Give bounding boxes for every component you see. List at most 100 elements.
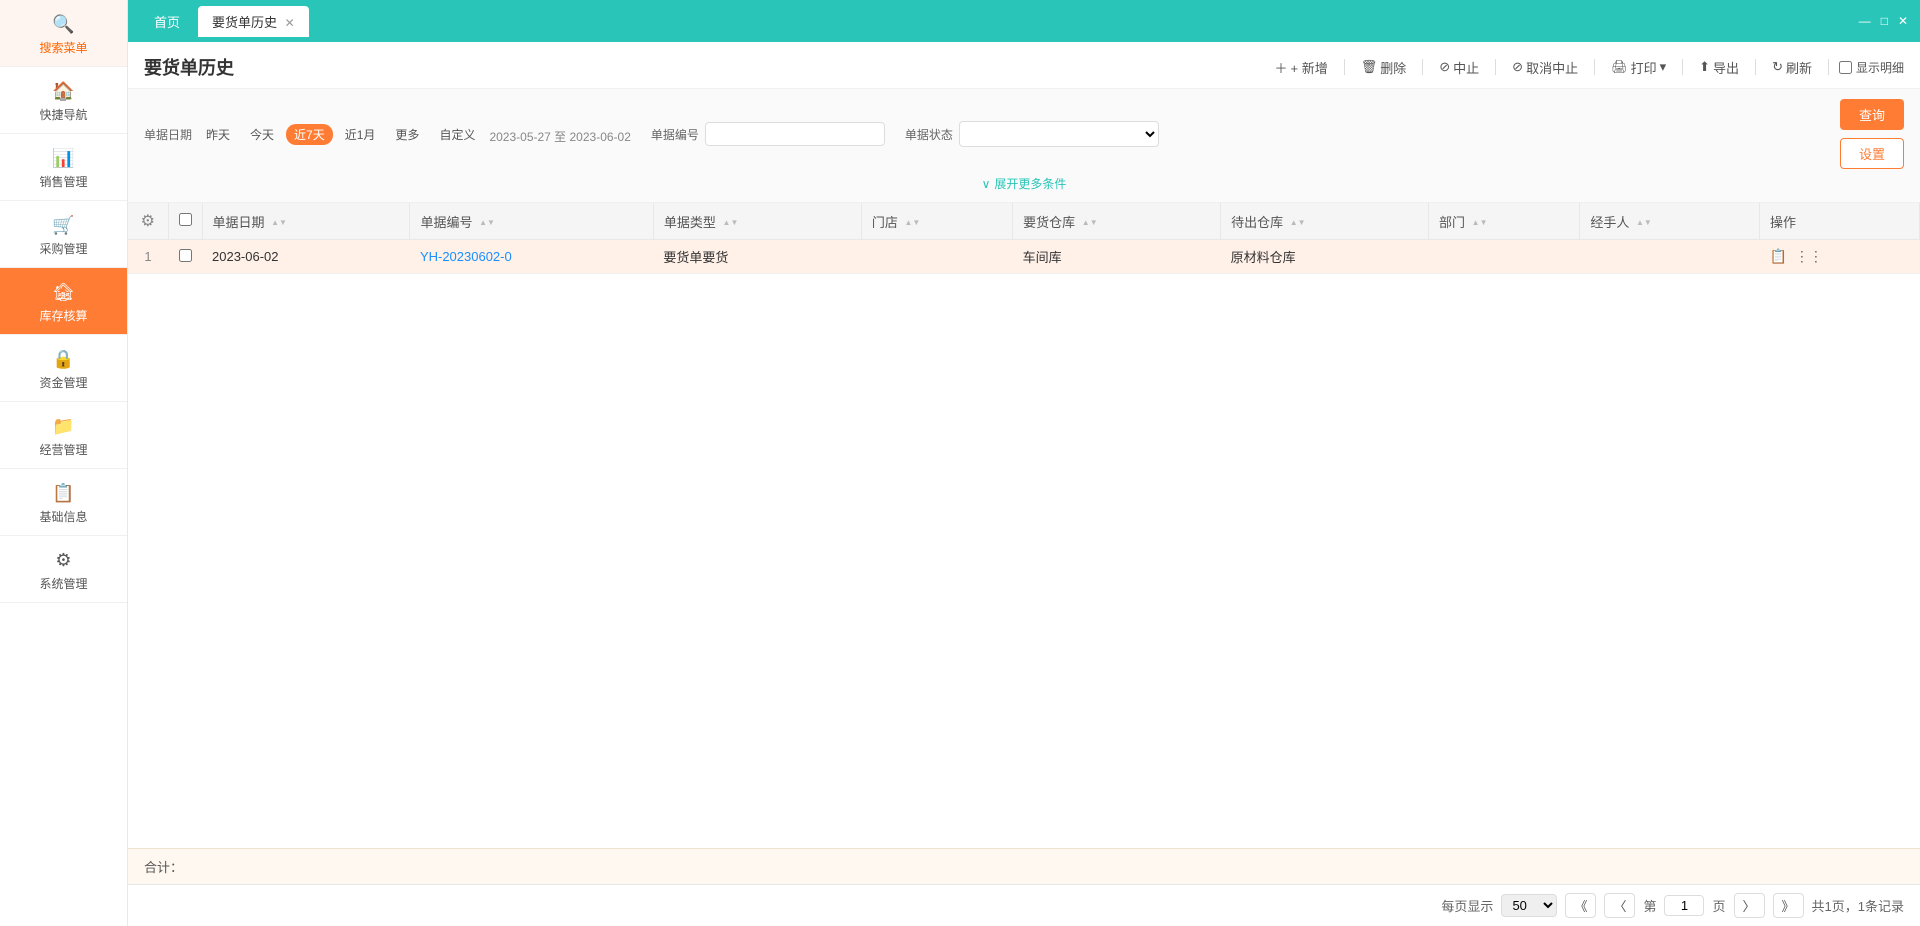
sort-icon: ▲▼ xyxy=(1636,219,1652,227)
sort-icon: ▲▼ xyxy=(479,219,495,227)
set-button[interactable]: 设置 xyxy=(1840,138,1904,169)
date-more[interactable]: 更多 xyxy=(387,124,427,145)
divider xyxy=(1682,59,1683,75)
divider xyxy=(1495,59,1496,75)
finance-icon: 🔒 xyxy=(52,349,74,370)
doc-no-link[interactable]: YH-20230602-0 xyxy=(420,249,512,264)
col-date[interactable]: 单据日期 ▲▼ xyxy=(202,203,410,240)
table-footer: 合计： xyxy=(128,848,1920,884)
col-pending-warehouse[interactable]: 待出仓库 ▲▼ xyxy=(1221,203,1429,240)
col-settings[interactable]: ⚙ xyxy=(128,203,168,240)
sidebar-item-purchase[interactable]: 🛒 采购管理 xyxy=(0,201,127,268)
display-cell-checkbox[interactable] xyxy=(1839,61,1852,74)
sidebar-item-quicknav[interactable]: 🏠 快捷导航 xyxy=(0,67,127,134)
col-handler[interactable]: 经手人 ▲▼ xyxy=(1580,203,1760,240)
window-close[interactable]: ✕ xyxy=(1898,14,1908,28)
query-button[interactable]: 查询 xyxy=(1840,99,1904,130)
prev-page-button[interactable]: 〈 xyxy=(1604,893,1635,918)
window-minimize[interactable]: — xyxy=(1859,14,1871,28)
row-store xyxy=(861,240,1012,274)
divider xyxy=(1755,59,1756,75)
delete-icon: 🗑 xyxy=(1361,59,1378,75)
sidebar-item-basicinfo[interactable]: 📋 基础信息 xyxy=(0,469,127,536)
sidebar-item-inventory[interactable]: 🏚 库存核算 xyxy=(0,268,127,335)
expand-more[interactable]: ∨ 展开更多条件 xyxy=(144,175,1904,192)
page-input[interactable] xyxy=(1664,895,1704,916)
more-icon[interactable]: ⋮⋮ xyxy=(1795,248,1823,265)
doc-no-label: 单据编号 xyxy=(651,126,699,143)
window-maximize[interactable]: □ xyxy=(1881,14,1888,28)
settings-gear-icon[interactable]: ⚙ xyxy=(141,213,155,230)
display-cell-button[interactable]: 显示明细 xyxy=(1839,59,1904,76)
print-button[interactable]: 🖨 打印 ▾ xyxy=(1605,55,1672,80)
action-icons: 📋 ⋮⋮ xyxy=(1769,248,1909,265)
date-range: 2023-05-27 至 2023-06-02 xyxy=(489,128,630,145)
tab-close-icon[interactable]: ✕ xyxy=(285,16,295,30)
date-last-month[interactable]: 近1月 xyxy=(337,124,384,145)
row-dept xyxy=(1429,240,1580,274)
row-handler xyxy=(1580,240,1760,274)
stop-button[interactable]: ⊘ 中止 xyxy=(1433,55,1485,80)
doc-no-filter: 单据编号 xyxy=(651,122,885,146)
tab-home[interactable]: 首页 xyxy=(140,6,194,37)
doc-no-input[interactable] xyxy=(705,122,885,146)
date-last7[interactable]: 近7天 xyxy=(286,124,333,145)
sidebar-item-operations[interactable]: 📁 经营管理 xyxy=(0,402,127,469)
date-options: 昨天 今天 近7天 近1月 更多 自定义 xyxy=(198,124,483,145)
data-table: ⚙ 单据日期 ▲▼ 单据编号 ▲▼ xyxy=(128,203,1920,274)
edit-icon[interactable]: 📋 xyxy=(1769,248,1786,265)
new-button[interactable]: ＋ + 新增 xyxy=(1268,55,1333,80)
total-info: 共1页，1条记录 xyxy=(1812,896,1904,915)
sidebar-item-system[interactable]: ⚙ 系统管理 xyxy=(0,536,127,603)
sidebar-item-finance[interactable]: 🔒 资金管理 xyxy=(0,335,127,402)
date-custom[interactable]: 自定义 xyxy=(431,124,483,145)
sidebar-item-search[interactable]: 🔍 搜索菜单 xyxy=(0,0,127,67)
divider xyxy=(1344,59,1345,75)
row-checkbox[interactable] xyxy=(179,249,192,262)
first-page-button[interactable]: 《 xyxy=(1565,893,1596,918)
total-label: 合计： xyxy=(144,857,183,876)
export-button[interactable]: ⬆ 导出 xyxy=(1693,55,1745,80)
sort-icon: ▲▼ xyxy=(1082,219,1098,227)
sidebar-item-sales[interactable]: 📊 销售管理 xyxy=(0,134,127,201)
refresh-button[interactable]: ↻ 刷新 xyxy=(1766,55,1818,80)
col-store[interactable]: 门店 ▲▼ xyxy=(861,203,1012,240)
page-label: 第 xyxy=(1643,896,1656,915)
stop-icon: ⊘ xyxy=(1439,59,1450,75)
topbar-right: — □ ✕ xyxy=(1859,14,1908,28)
home-icon: 🏠 xyxy=(52,81,74,102)
sales-icon: 📊 xyxy=(52,148,74,169)
search-menu-icon: 🔍 xyxy=(52,14,74,35)
date-yesterday[interactable]: 昨天 xyxy=(198,124,238,145)
tab-history[interactable]: 要货单历史 ✕ xyxy=(198,6,309,37)
last-page-button[interactable]: 》 xyxy=(1773,893,1804,918)
select-all-checkbox[interactable] xyxy=(179,213,192,226)
print-chevron-icon: ▾ xyxy=(1660,59,1667,75)
basicinfo-icon: 📋 xyxy=(52,483,74,504)
purchase-icon: 🛒 xyxy=(52,215,74,236)
status-select[interactable] xyxy=(959,121,1159,147)
date-filter: 单据日期 昨天 今天 近7天 近1月 更多 自定义 2023-05-27 至 2… xyxy=(144,124,631,145)
row-check xyxy=(168,240,202,274)
row-doc-type: 要货单要货 xyxy=(653,240,861,274)
sort-icon: ▲▼ xyxy=(904,219,920,227)
divider xyxy=(1594,59,1595,75)
col-dept[interactable]: 部门 ▲▼ xyxy=(1429,203,1580,240)
col-req-warehouse[interactable]: 要货仓库 ▲▼ xyxy=(1013,203,1221,240)
col-doc-type[interactable]: 单据类型 ▲▼ xyxy=(653,203,861,240)
page-header: 要货单历史 ＋ + 新增 🗑 删除 ⊘ 中止 ⊘ xyxy=(128,42,1920,89)
delete-button[interactable]: 🗑 删除 xyxy=(1355,55,1413,80)
pagination-bar: 每页显示 50 20 100 《 〈 第 页 〉 》 共1页，1条记录 xyxy=(128,884,1920,926)
cancel-stop-button[interactable]: ⊘ 取消中止 xyxy=(1506,55,1584,80)
inventory-icon: 🏚 xyxy=(52,282,75,303)
per-page-select[interactable]: 50 20 100 xyxy=(1501,894,1557,917)
date-today[interactable]: 今天 xyxy=(242,124,282,145)
system-icon: ⚙ xyxy=(55,550,71,571)
table-area: ⚙ 单据日期 ▲▼ 单据编号 ▲▼ xyxy=(128,203,1920,848)
row-doc-no: YH-20230602-0 xyxy=(410,240,653,274)
page-title: 要货单历史 xyxy=(144,54,234,80)
per-page-label: 每页显示 xyxy=(1441,896,1493,915)
col-doc-no[interactable]: 单据编号 ▲▼ xyxy=(410,203,653,240)
divider xyxy=(1422,59,1423,75)
next-page-button[interactable]: 〉 xyxy=(1734,893,1765,918)
